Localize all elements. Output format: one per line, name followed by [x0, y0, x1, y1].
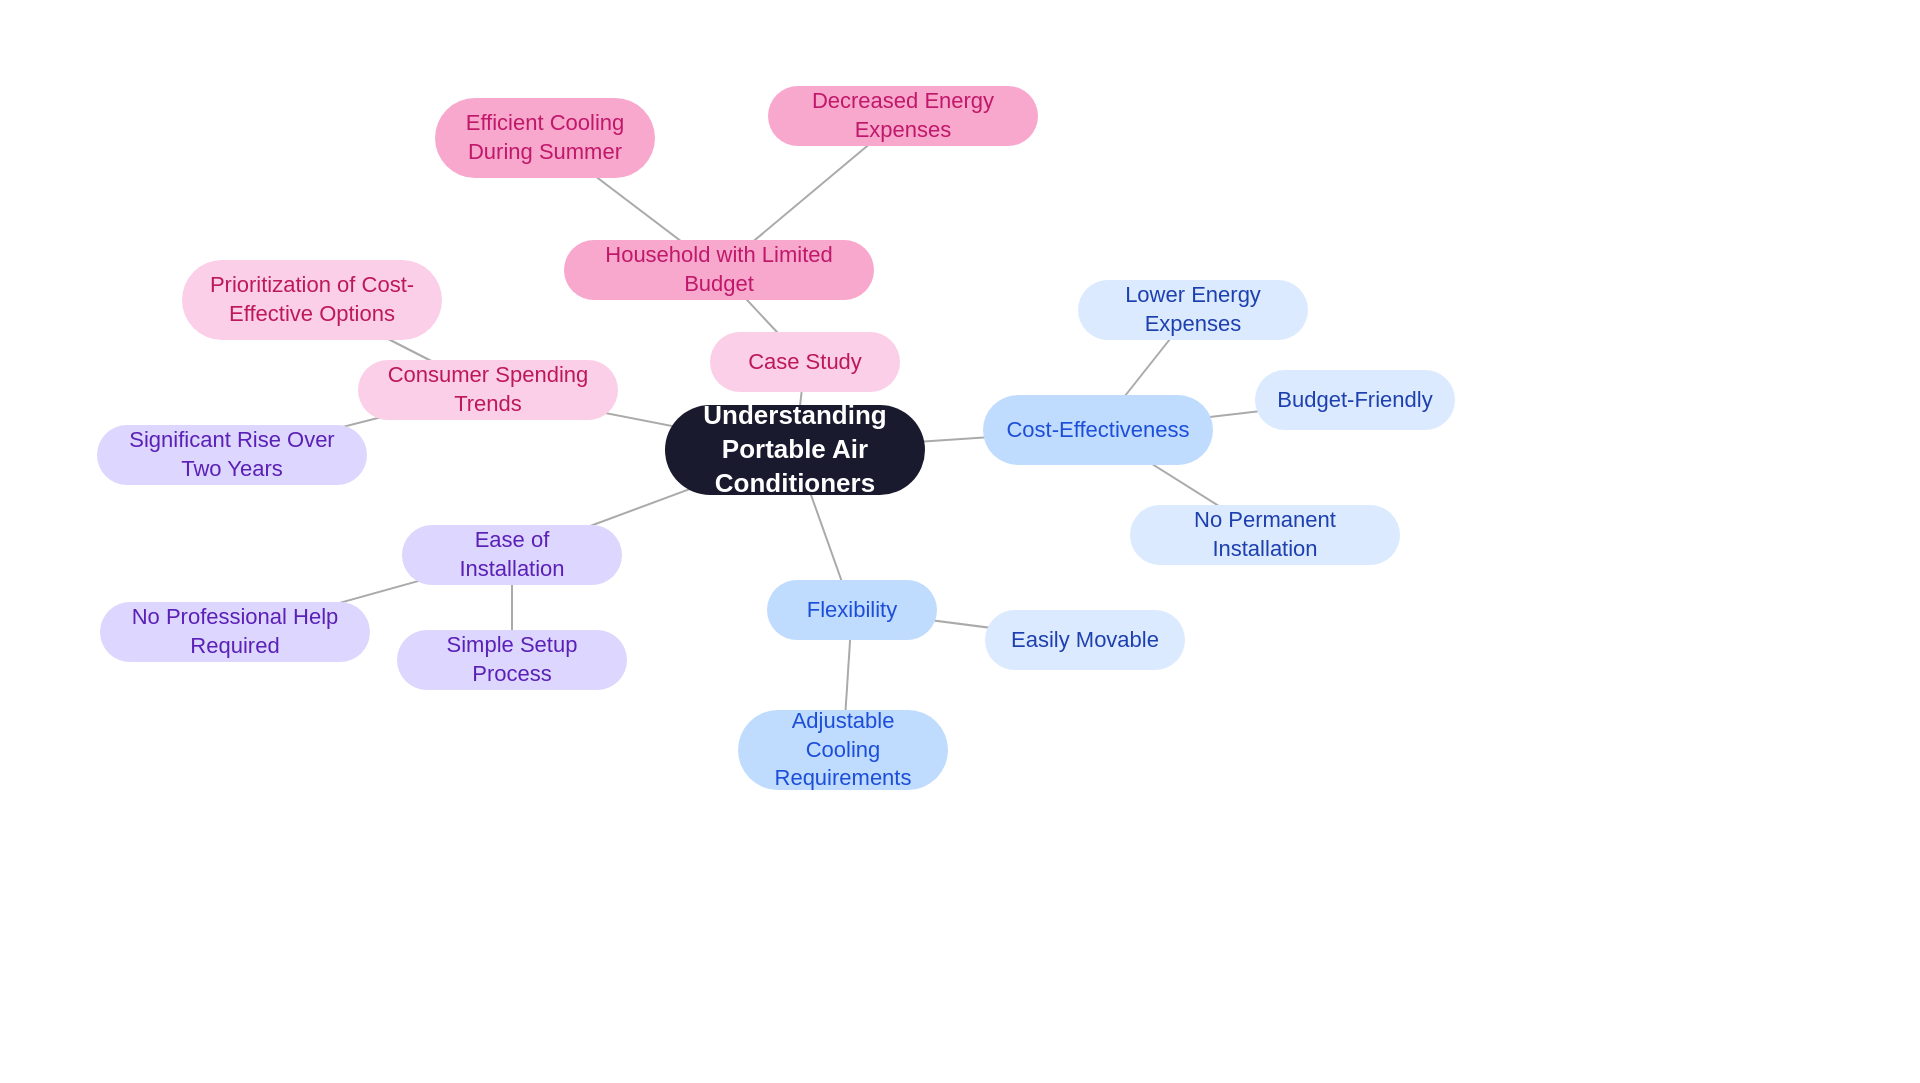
- lower-energy-node: Lower Energy Expenses: [1078, 280, 1308, 340]
- budget-friendly-node: Budget-Friendly: [1255, 370, 1455, 430]
- no-permanent-node: No Permanent Installation: [1130, 505, 1400, 565]
- ease-installation-node: Ease of Installation: [402, 525, 622, 585]
- connections-svg: [0, 0, 1920, 1083]
- flexibility-node: Flexibility: [767, 580, 937, 640]
- case-study-node: Case Study: [710, 332, 900, 392]
- household-node: Household with Limited Budget: [564, 240, 874, 300]
- consumer-spending-node: Consumer Spending Trends: [358, 360, 618, 420]
- adjustable-cooling-node: Adjustable Cooling Requirements: [738, 710, 948, 790]
- significant-rise-node: Significant Rise Over Two Years: [97, 425, 367, 485]
- mindmap-container: Understanding Portable Air Conditioners E…: [0, 0, 1920, 1083]
- simple-setup-node: Simple Setup Process: [397, 630, 627, 690]
- decreased-energy-node: Decreased Energy Expenses: [768, 86, 1038, 146]
- easily-movable-node: Easily Movable: [985, 610, 1185, 670]
- efficient-cooling-node: Efficient Cooling During Summer: [435, 98, 655, 178]
- prioritization-node: Prioritization of Cost-Effective Options: [182, 260, 442, 340]
- cost-effectiveness-node: Cost-Effectiveness: [983, 395, 1213, 465]
- no-professional-node: No Professional Help Required: [100, 602, 370, 662]
- center-node: Understanding Portable Air Conditioners: [665, 405, 925, 495]
